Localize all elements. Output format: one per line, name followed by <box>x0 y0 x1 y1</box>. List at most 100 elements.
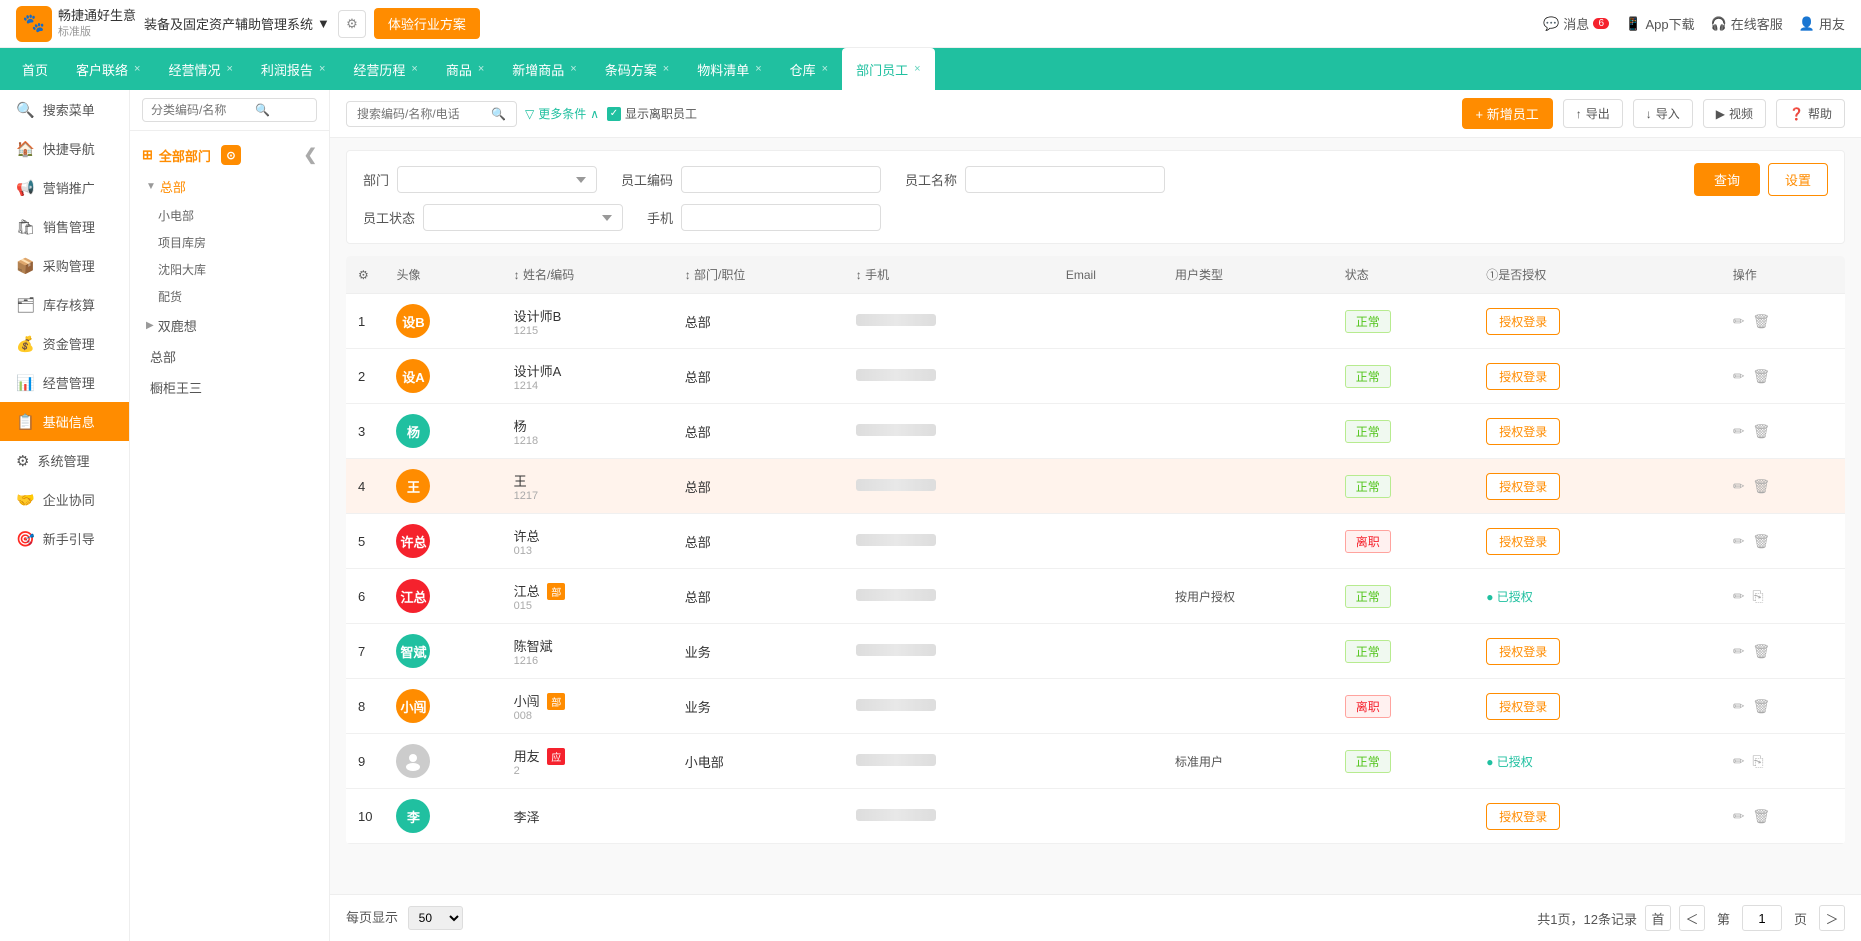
show-resigned-checkbox-label[interactable]: ✓ 显示离职员工 <box>607 105 697 122</box>
edit-button[interactable]: ✏ <box>1733 808 1745 825</box>
emp-code-filter-input[interactable] <box>681 166 881 193</box>
dept-filter-select[interactable] <box>397 166 597 193</box>
auth-button[interactable]: 授权登录 <box>1486 473 1560 500</box>
tab-close[interactable]: × <box>822 63 828 75</box>
tab-customer[interactable]: 客户联络 × <box>62 48 154 90</box>
auth-button[interactable]: 授权登录 <box>1486 693 1560 720</box>
edit-button[interactable]: ✏ <box>1733 588 1745 605</box>
edit-button[interactable]: ✏ <box>1733 753 1745 770</box>
tab-goods[interactable]: 商品 × <box>432 48 498 90</box>
tab-history[interactable]: 经营历程 × <box>339 48 431 90</box>
tab-close[interactable]: × <box>914 63 920 75</box>
query-button[interactable]: 查询 <box>1694 163 1760 196</box>
app-download-button[interactable]: 📱 App下载 <box>1625 14 1694 33</box>
tab-close[interactable]: × <box>134 63 140 75</box>
edit-button[interactable]: ✏ <box>1733 643 1745 660</box>
import-button[interactable]: ↓ 导入 <box>1633 99 1693 128</box>
help-button[interactable]: ❓ 帮助 <box>1776 99 1845 128</box>
auth-button[interactable]: 授权登录 <box>1486 418 1560 445</box>
sidebar-item-marketing[interactable]: 📢 营销推广 <box>0 168 129 207</box>
dept-item-shuanglu[interactable]: ▶ 双鹿想 <box>130 310 329 341</box>
prev-page-button[interactable]: ＜ <box>1679 905 1705 931</box>
page-number-input[interactable] <box>1742 905 1782 931</box>
show-resigned-checkbox[interactable]: ✓ <box>607 107 621 121</box>
filter-more-button[interactable]: ▽ 更多条件 ∧ <box>525 105 599 122</box>
tab-employees[interactable]: 部门员工 × <box>842 48 934 90</box>
dept-collapse-button[interactable]: ⊙ <box>221 145 241 165</box>
sidebar-item-basic[interactable]: 📋 基础信息 <box>0 402 129 441</box>
copy-button[interactable]: ⎘ <box>1752 753 1763 770</box>
tab-close[interactable]: × <box>663 63 669 75</box>
next-page-button[interactable]: ＞ <box>1819 905 1845 931</box>
edit-button[interactable]: ✏ <box>1733 698 1745 715</box>
dept-search-box[interactable]: 🔍 <box>142 98 317 122</box>
col-name[interactable]: ↕ 姓名/编码 <box>502 256 673 294</box>
delete-button[interactable]: 🗑 <box>1752 533 1770 550</box>
auth-button[interactable]: 授权登录 <box>1486 363 1560 390</box>
sidebar-item-operation[interactable]: 📊 经营管理 <box>0 363 129 402</box>
delete-button[interactable]: 🗑 <box>1752 698 1770 715</box>
tab-close[interactable]: × <box>319 63 325 75</box>
copy-button[interactable]: ⎘ <box>1752 588 1763 605</box>
view-button[interactable]: ▶ 视频 <box>1703 99 1766 128</box>
sidebar-item-guide[interactable]: 🎯 新手引导 <box>0 519 129 558</box>
auth-button[interactable]: 授权登录 <box>1486 638 1560 665</box>
sidebar-item-purchase[interactable]: 📦 采购管理 <box>0 246 129 285</box>
export-button[interactable]: ↑ 导出 <box>1563 99 1623 128</box>
dept-all-item[interactable]: ⊞ 全部部门 ⊙ ❮ <box>130 139 329 171</box>
employee-search-icon[interactable]: 🔍 <box>491 107 506 121</box>
employee-search-input[interactable] <box>357 107 487 121</box>
set-button[interactable]: 设置 <box>1768 163 1828 196</box>
dept-child-xiaodian[interactable]: 小电部 <box>130 202 329 229</box>
dept-child-shenyang[interactable]: 沈阳大库 <box>130 256 329 283</box>
settings-button[interactable]: ⚙ <box>338 10 366 38</box>
per-page-select[interactable]: 50 20 100 <box>408 906 463 930</box>
delete-button[interactable]: 🗑 <box>1752 643 1770 660</box>
dept-item-zongbu2[interactable]: 总部 <box>130 341 329 372</box>
dept-search-input[interactable] <box>151 103 251 117</box>
tab-close[interactable]: × <box>226 63 232 75</box>
tab-operation[interactable]: 经营情况 × <box>154 48 246 90</box>
tab-close[interactable]: × <box>411 63 417 75</box>
dept-child-xiangmu[interactable]: 项目库房 <box>130 229 329 256</box>
edit-button[interactable]: ✏ <box>1733 423 1745 440</box>
edit-button[interactable]: ✏ <box>1733 368 1745 385</box>
delete-button[interactable]: 🗑 <box>1752 313 1770 330</box>
tab-close[interactable]: × <box>570 63 576 75</box>
dept-item-chugui[interactable]: 橱柜王三 <box>130 372 329 403</box>
tab-close[interactable]: × <box>755 63 761 75</box>
tab-newgoods[interactable]: 新增商品 × <box>498 48 590 90</box>
col-phone[interactable]: ↕ 手机 <box>844 256 1054 294</box>
tab-profit[interactable]: 利润报告 × <box>247 48 339 90</box>
sidebar-item-system[interactable]: ⚙ 系统管理 <box>0 441 129 480</box>
user-button[interactable]: 👤 用友 <box>1799 14 1845 33</box>
col-settings[interactable]: ⚙ <box>346 256 384 294</box>
system-title-dropdown[interactable]: 装备及固定资产辅助管理系统 ▼ <box>144 14 330 33</box>
service-button[interactable]: 🎧 在线客服 <box>1711 14 1783 33</box>
trial-button[interactable]: 体验行业方案 <box>374 8 480 39</box>
edit-button[interactable]: ✏ <box>1733 478 1745 495</box>
edit-button[interactable]: ✏ <box>1733 533 1745 550</box>
edit-button[interactable]: ✏ <box>1733 313 1745 330</box>
auth-button[interactable]: 授权登录 <box>1486 528 1560 555</box>
sidebar-item-inventory[interactable]: 🗂 库存核算 <box>0 285 129 324</box>
dept-search-icon[interactable]: 🔍 <box>255 103 270 117</box>
auth-button[interactable]: 授权登录 <box>1486 803 1560 830</box>
sidebar-item-collab[interactable]: 🤝 企业协同 <box>0 480 129 519</box>
auth-button[interactable]: 授权登录 <box>1486 308 1560 335</box>
tab-close[interactable]: × <box>478 63 484 75</box>
dept-child-peihuo[interactable]: 配货 <box>130 283 329 310</box>
first-page-button[interactable]: 首 <box>1645 905 1671 931</box>
delete-button[interactable]: 🗑 <box>1752 368 1770 385</box>
add-employee-button[interactable]: + 新增员工 <box>1462 98 1553 129</box>
tab-barcode[interactable]: 条码方案 × <box>591 48 683 90</box>
phone-filter-input[interactable] <box>681 204 881 231</box>
tab-bom[interactable]: 物料清单 × <box>683 48 775 90</box>
emp-name-filter-input[interactable] <box>965 166 1165 193</box>
tab-warehouse[interactable]: 仓库 × <box>776 48 842 90</box>
col-dept[interactable]: ↕ 部门/职位 <box>673 256 844 294</box>
delete-button[interactable]: 🗑 <box>1752 478 1770 495</box>
sidebar-item-sales[interactable]: 🛍 销售管理 <box>0 207 129 246</box>
dept-item-zongbu[interactable]: ▼ 总部 <box>130 171 329 202</box>
tab-home[interactable]: 首页 <box>8 48 62 90</box>
